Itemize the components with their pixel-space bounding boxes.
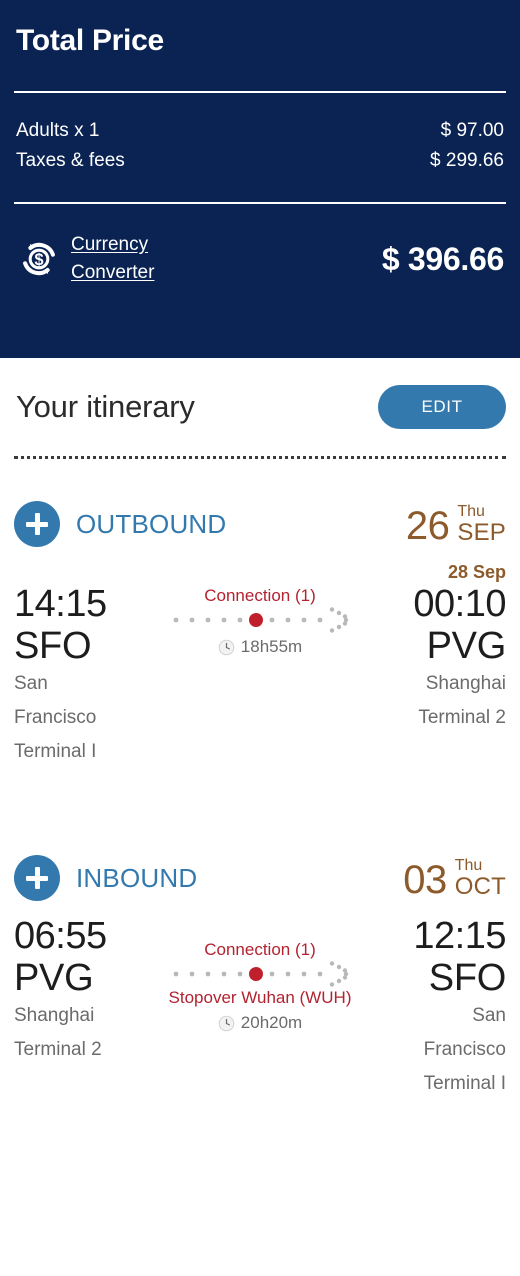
arrival-time: 00:10 (413, 583, 506, 625)
arrival-endpoint: 12:15 SFO San Francisco Terminal I (358, 915, 506, 1101)
leg-segment: 06:55 PVG Shanghai Terminal 2 Connection… (14, 905, 507, 1101)
leg-date-weekday-month: Thu SEP (457, 503, 506, 546)
arrival-airport-code: PVG (426, 625, 507, 667)
connection-route-line (173, 607, 349, 633)
departure-airport-code: PVG (14, 957, 94, 999)
leg-date-month: OCT (454, 872, 506, 900)
departure-time: 06:55 (14, 915, 107, 957)
arrival-airport-code: SFO (428, 957, 507, 999)
price-row-amount: $ 97.00 (440, 120, 504, 141)
currency-converter-label[interactable]: Currency Converter (71, 231, 181, 287)
connection-duration: 18h55m (218, 635, 302, 659)
departure-city-line: San (14, 673, 48, 694)
plus-circle-icon[interactable] (14, 501, 60, 547)
leg-date-weekday: Thu (457, 502, 485, 520)
leg-header-left: OUTBOUND (14, 501, 226, 547)
price-breakdown-list: Adults x 1 $ 97.00 Taxes & fees $ 299.66 (14, 93, 506, 176)
plus-circle-icon[interactable] (14, 855, 60, 901)
currency-converter-link-group[interactable]: $ Currency Converter (16, 231, 181, 287)
arrival-terminal: Terminal 2 (418, 707, 506, 728)
connection-stopover: Stopover Wuhan (WUH) (168, 988, 352, 1007)
arrival-city-line: San (472, 1005, 506, 1026)
connection-duration: 20h20m (218, 1011, 302, 1035)
leg-date: 03 Thu OCT (403, 857, 506, 900)
leg-label: OUTBOUND (76, 508, 227, 539)
departure-airport-code: SFO (14, 625, 92, 667)
leg-header: OUTBOUND 26 Thu SEP (14, 497, 506, 551)
price-row-label: Taxes & fees (16, 150, 125, 171)
leg-segment: 14:15 SFO San Francisco Terminal I Conne… (14, 551, 507, 769)
departure-city-line: Francisco (14, 707, 97, 728)
leg-header-left: INBOUND (14, 855, 197, 901)
page-title: Total Price (16, 24, 164, 57)
currency-converter-icon: $ (16, 236, 62, 282)
arrival-terminal: Terminal I (423, 1073, 506, 1094)
grand-total-amount: $ 396.66 (381, 240, 504, 277)
arrival-city-line: Francisco (423, 1039, 506, 1060)
clock-icon (218, 1015, 235, 1032)
leg-label: INBOUND (76, 862, 198, 893)
connection-duration-text: 18h55m (240, 637, 303, 656)
arrival-time: 12:15 (413, 915, 506, 957)
itinerary-leg-outbound: OUTBOUND 26 Thu SEP 14:15 SFO San Franci… (14, 459, 507, 769)
connection-info: Connection (1) (162, 915, 358, 1035)
leg-date-weekday: Thu (454, 856, 483, 874)
departure-terminal: Terminal I (14, 741, 97, 762)
connection-route-line (173, 961, 349, 987)
departure-time: 14:15 (14, 583, 107, 625)
connection-info: Connection (1) (162, 561, 358, 659)
booking-summary-page: Total Price Adults x 1 $ 97.00 Taxes & f… (0, 0, 520, 1276)
connection-duration-text: 20h20m (240, 1013, 303, 1032)
grand-total-row: $ Currency Converter $ 396.66 (14, 204, 506, 287)
leg-date-month: SEP (457, 518, 506, 546)
departure-endpoint: 06:55 PVG Shanghai Terminal 2 (14, 915, 162, 1067)
price-row-label: Adults x 1 (16, 120, 100, 141)
leg-date: 26 Thu SEP (406, 503, 506, 546)
arrival-endpoint: 28 Sep 00:10 PVG Shanghai Terminal 2 (358, 561, 506, 735)
leg-header: INBOUND 03 Thu OCT (14, 851, 506, 905)
price-row-amount: $ 299.66 (430, 150, 504, 171)
arrival-next-day-date: 28 Sep (447, 562, 506, 582)
itinerary-leg-inbound: INBOUND 03 Thu OCT 06:55 PVG Shanghai Te… (14, 813, 507, 1101)
itinerary-title: Your itinerary (16, 389, 195, 424)
edit-button[interactable]: EDIT (378, 385, 506, 429)
connection-label: Connection (1) (204, 940, 316, 959)
total-price-panel: Total Price Adults x 1 $ 97.00 Taxes & f… (0, 0, 520, 358)
clock-icon (218, 639, 235, 656)
departure-terminal: Terminal 2 (14, 1039, 102, 1060)
price-row: Adults x 1 $ 97.00 (14, 116, 506, 146)
arrival-city-line: Shanghai (425, 673, 506, 694)
price-row: Taxes & fees $ 299.66 (14, 146, 506, 176)
leg-date-day: 26 (405, 503, 450, 548)
leg-date-weekday-month: Thu OCT (455, 857, 506, 900)
itinerary-header: Your itinerary EDIT (14, 358, 506, 456)
leg-spacer (14, 769, 506, 813)
departure-city-line: Shanghai (14, 1005, 95, 1026)
leg-date-day: 03 (403, 857, 447, 902)
connection-label: Connection (1) (204, 586, 316, 605)
departure-endpoint: 14:15 SFO San Francisco Terminal I (14, 561, 162, 769)
itinerary-section: Your itinerary EDIT OUTBOUND 26 Thu SEP (0, 358, 520, 1101)
svg-text:$: $ (34, 251, 43, 269)
